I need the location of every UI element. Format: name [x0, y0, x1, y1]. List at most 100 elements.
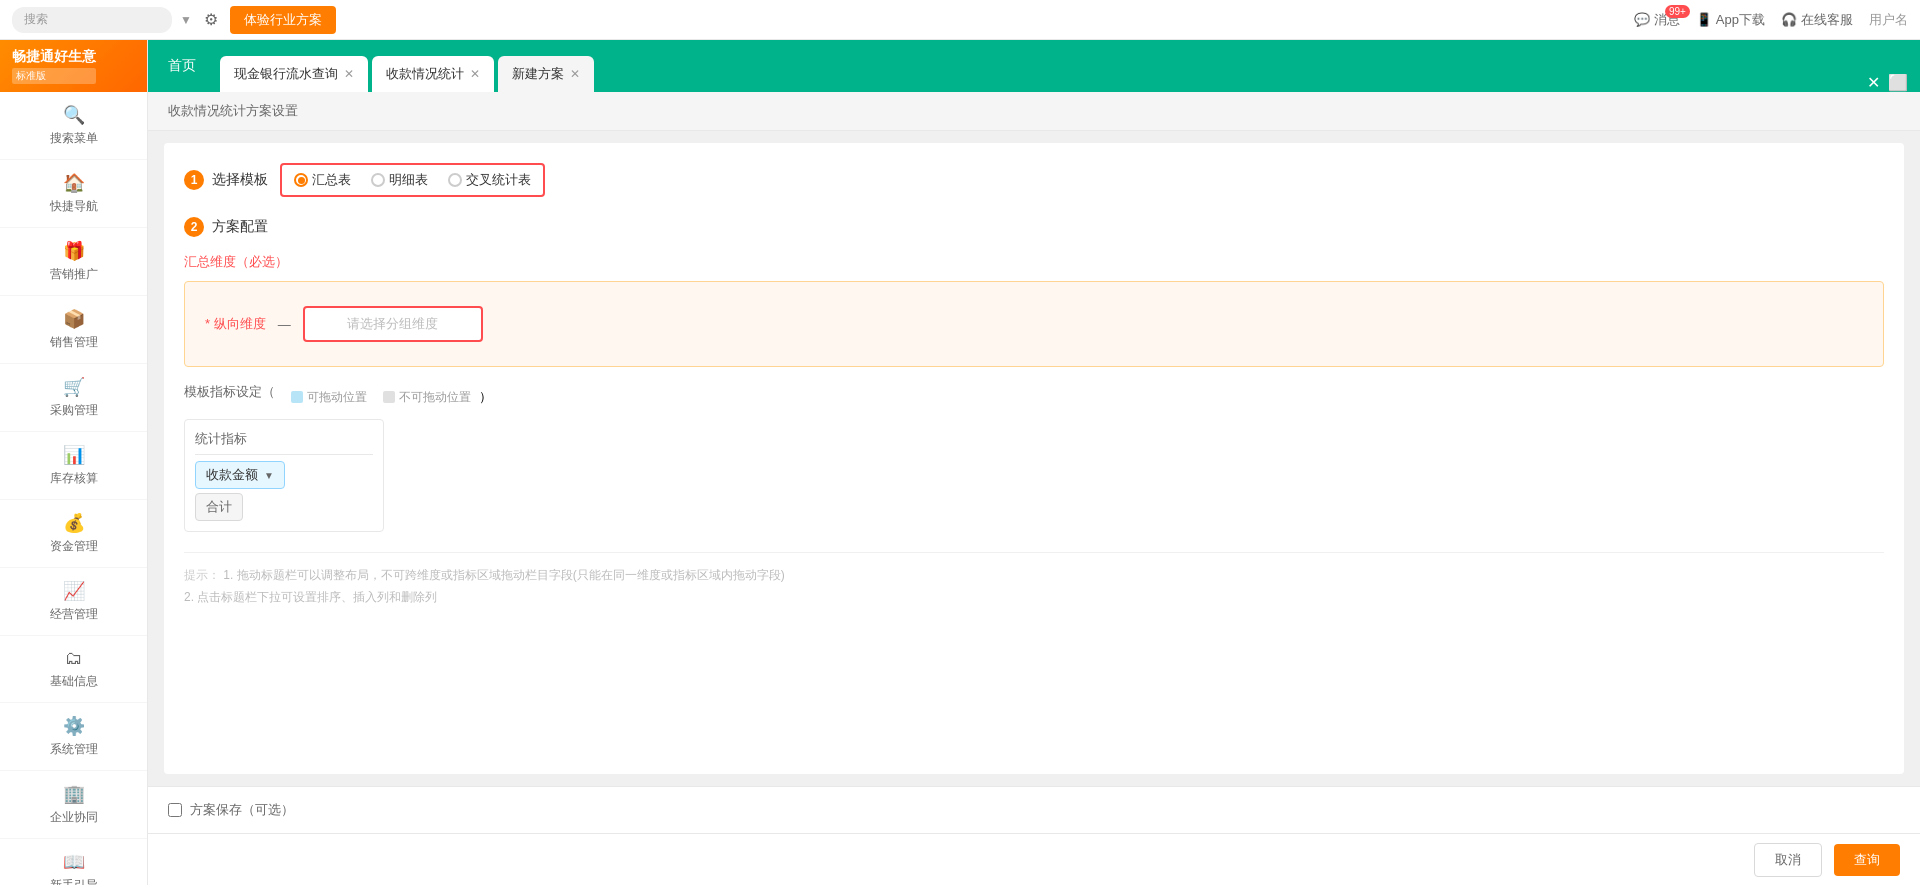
tab-bar-actions: ✕ ⬜ — [1867, 73, 1920, 92]
sidebar-item-label: 采购管理 — [50, 402, 98, 419]
sidebar-item-system[interactable]: ⚙️ 系统管理 — [0, 703, 147, 771]
metrics-table: 统计指标 收款金额 ▼ 合计 — [184, 419, 384, 532]
dimension-area: * 纵向维度 — 请选择分组维度 — [184, 281, 1884, 367]
sidebar-item-label: 快捷导航 — [50, 198, 98, 215]
tab-home[interactable]: 首页 — [148, 40, 216, 92]
sidebar-logo: 畅捷通好生意 标准版 — [0, 40, 147, 92]
metric-tag-collection-amount[interactable]: 收款金额 ▼ — [195, 461, 285, 489]
metric-dropdown-icon: ▼ — [264, 470, 274, 481]
radio-summary-circle — [294, 173, 308, 187]
sidebar: 畅捷通好生意 标准版 🔍 搜索菜单 🏠 快捷导航 🎁 营销推广 📦 销售管理 — [0, 40, 148, 885]
save-label: 方案保存（可选） — [190, 801, 294, 819]
message-icon: 💬 — [1634, 12, 1650, 27]
sidebar-item-finance[interactable]: 💰 资金管理 — [0, 500, 147, 568]
step1-number: 1 — [184, 170, 204, 190]
step1-header: 1 选择模板 汇总表 明细表 — [184, 163, 1884, 197]
sidebar-item-label: 搜索菜单 — [50, 130, 98, 147]
notification-badge: 99+ — [1665, 5, 1690, 18]
app-download-button[interactable]: 📱 App下载 — [1696, 11, 1765, 29]
sidebar-item-search[interactable]: 🔍 搜索菜单 — [0, 92, 147, 160]
sidebar-item-marketing[interactable]: 🎁 营销推广 — [0, 228, 147, 296]
step2-number: 2 — [184, 217, 204, 237]
sidebar-item-base[interactable]: 🗂 基础信息 — [0, 636, 147, 703]
vertical-dimension-label: * 纵向维度 — [205, 315, 266, 333]
dropdown-arrow-icon[interactable]: ▼ — [180, 13, 192, 27]
sidebar-item-nav[interactable]: 🏠 快捷导航 — [0, 160, 147, 228]
support-icon: 🎧 — [1781, 12, 1797, 27]
sidebar-item-inventory[interactable]: 📊 库存核算 — [0, 432, 147, 500]
online-support-button[interactable]: 🎧 在线客服 — [1781, 11, 1853, 29]
search-placeholder: 搜索 — [24, 11, 48, 28]
dimension-config: 汇总维度（必选） * 纵向维度 — 请选择分组维度 — [184, 253, 1884, 367]
enterprise-icon: 🏢 — [63, 783, 85, 805]
metrics-header: 模板指标设定（ 可拖动位置 不可拖动位置 — [184, 383, 1884, 411]
dimension-select[interactable]: 请选择分组维度 — [303, 306, 483, 342]
tab-bank[interactable]: 现金银行流水查询 ✕ — [220, 56, 368, 92]
search-bar[interactable]: 搜索 — [12, 7, 172, 33]
tab-bank-close-icon[interactable]: ✕ — [344, 67, 354, 81]
logo-text: 畅捷通好生意 — [12, 48, 96, 66]
dimension-section-label: 汇总维度（必选） — [184, 253, 1884, 271]
metrics-hints: 可拖动位置 不可拖动位置 — [291, 389, 471, 406]
download-icon: 📱 — [1696, 12, 1712, 27]
arrow-icon: — — [278, 317, 291, 332]
sidebar-item-newbie[interactable]: 📖 新手引导 — [0, 839, 147, 885]
footer: 取消 查询 — [148, 833, 1920, 885]
tips-section: 提示： 1. 拖动标题栏可以调整布局，不可跨维度或指标区域拖动栏目字段(只能在同… — [184, 552, 1884, 608]
hint-not-draggable: 不可拖动位置 — [383, 389, 471, 406]
metrics-close-paren: ） — [479, 388, 492, 406]
trial-button[interactable]: 体验行业方案 — [230, 6, 336, 34]
gear-icon[interactable]: ⚙ — [204, 10, 218, 29]
sidebar-item-label: 基础信息 — [50, 673, 98, 690]
tip1-text: 提示： 1. 拖动标题栏可以调整布局，不可跨维度或指标区域拖动栏目字段(只能在同… — [184, 565, 1884, 587]
main-layout: 畅捷通好生意 标准版 🔍 搜索菜单 🏠 快捷导航 🎁 营销推广 📦 销售管理 — [0, 40, 1920, 885]
step2-title: 方案配置 — [212, 218, 268, 236]
step1-section: 1 选择模板 汇总表 明细表 — [184, 163, 1884, 197]
radio-cross[interactable]: 交叉统计表 — [448, 171, 531, 189]
draggable-indicator — [291, 391, 303, 403]
inventory-icon: 📊 — [63, 444, 85, 466]
sidebar-item-label: 销售管理 — [50, 334, 98, 351]
tip2-text: 2. 点击标题栏下拉可设置排序、插入列和删除列 — [184, 587, 1884, 609]
sidebar-item-sales[interactable]: 📦 销售管理 — [0, 296, 147, 364]
cancel-button[interactable]: 取消 — [1754, 843, 1822, 877]
sidebar-item-operations[interactable]: 📈 经营管理 — [0, 568, 147, 636]
maximize-icon[interactable]: ⬜ — [1888, 73, 1908, 92]
sidebar-items: 🔍 搜索菜单 🏠 快捷导航 🎁 营销推广 📦 销售管理 🛒 采购管理 📊 — [0, 92, 147, 885]
radio-detail-circle — [371, 173, 385, 187]
edition-badge: 标准版 — [12, 68, 96, 84]
sidebar-item-label: 营销推广 — [50, 266, 98, 283]
settings-card: 1 选择模板 汇总表 明细表 — [164, 143, 1904, 774]
breadcrumb: 收款情况统计方案设置 — [148, 92, 1920, 131]
radio-detail[interactable]: 明细表 — [371, 171, 428, 189]
radio-cross-circle — [448, 173, 462, 187]
sidebar-item-label: 系统管理 — [50, 741, 98, 758]
not-draggable-indicator — [383, 391, 395, 403]
sidebar-item-enterprise[interactable]: 🏢 企业协同 — [0, 771, 147, 839]
search-menu-icon: 🔍 — [63, 104, 85, 126]
system-icon: ⚙️ — [63, 715, 85, 737]
tip-label: 提示： — [184, 568, 220, 582]
base-icon: 🗂 — [65, 648, 83, 669]
query-button[interactable]: 查询 — [1834, 844, 1900, 876]
tab-new-plan-close-icon[interactable]: ✕ — [570, 67, 580, 81]
notification-button[interactable]: 💬 消息 99+ — [1634, 11, 1680, 29]
sidebar-item-label: 资金管理 — [50, 538, 98, 555]
top-bar-right: 💬 消息 99+ 📱 App下载 🎧 在线客服 用户名 — [1634, 11, 1908, 29]
vertical-dimension-row: * 纵向维度 — 请选择分组维度 — [205, 306, 1863, 342]
tab-new-plan[interactable]: 新建方案 ✕ — [498, 56, 594, 92]
step1-title: 选择模板 — [212, 171, 268, 189]
sidebar-item-purchase[interactable]: 🛒 采购管理 — [0, 364, 147, 432]
save-section: 方案保存（可选） — [148, 786, 1920, 833]
close-window-icon[interactable]: ✕ — [1867, 73, 1880, 92]
save-checkbox[interactable] — [168, 803, 182, 817]
tab-collection-close-icon[interactable]: ✕ — [470, 67, 480, 81]
radio-summary[interactable]: 汇总表 — [294, 171, 351, 189]
newbie-icon: 📖 — [63, 851, 85, 873]
sidebar-item-label: 新手引导 — [50, 877, 98, 885]
operations-icon: 📈 — [63, 580, 85, 602]
metric-subtag-total[interactable]: 合计 — [195, 493, 243, 521]
tab-collection[interactable]: 收款情况统计 ✕ — [372, 56, 494, 92]
marketing-icon: 🎁 — [63, 240, 85, 262]
sales-icon: 📦 — [63, 308, 85, 330]
